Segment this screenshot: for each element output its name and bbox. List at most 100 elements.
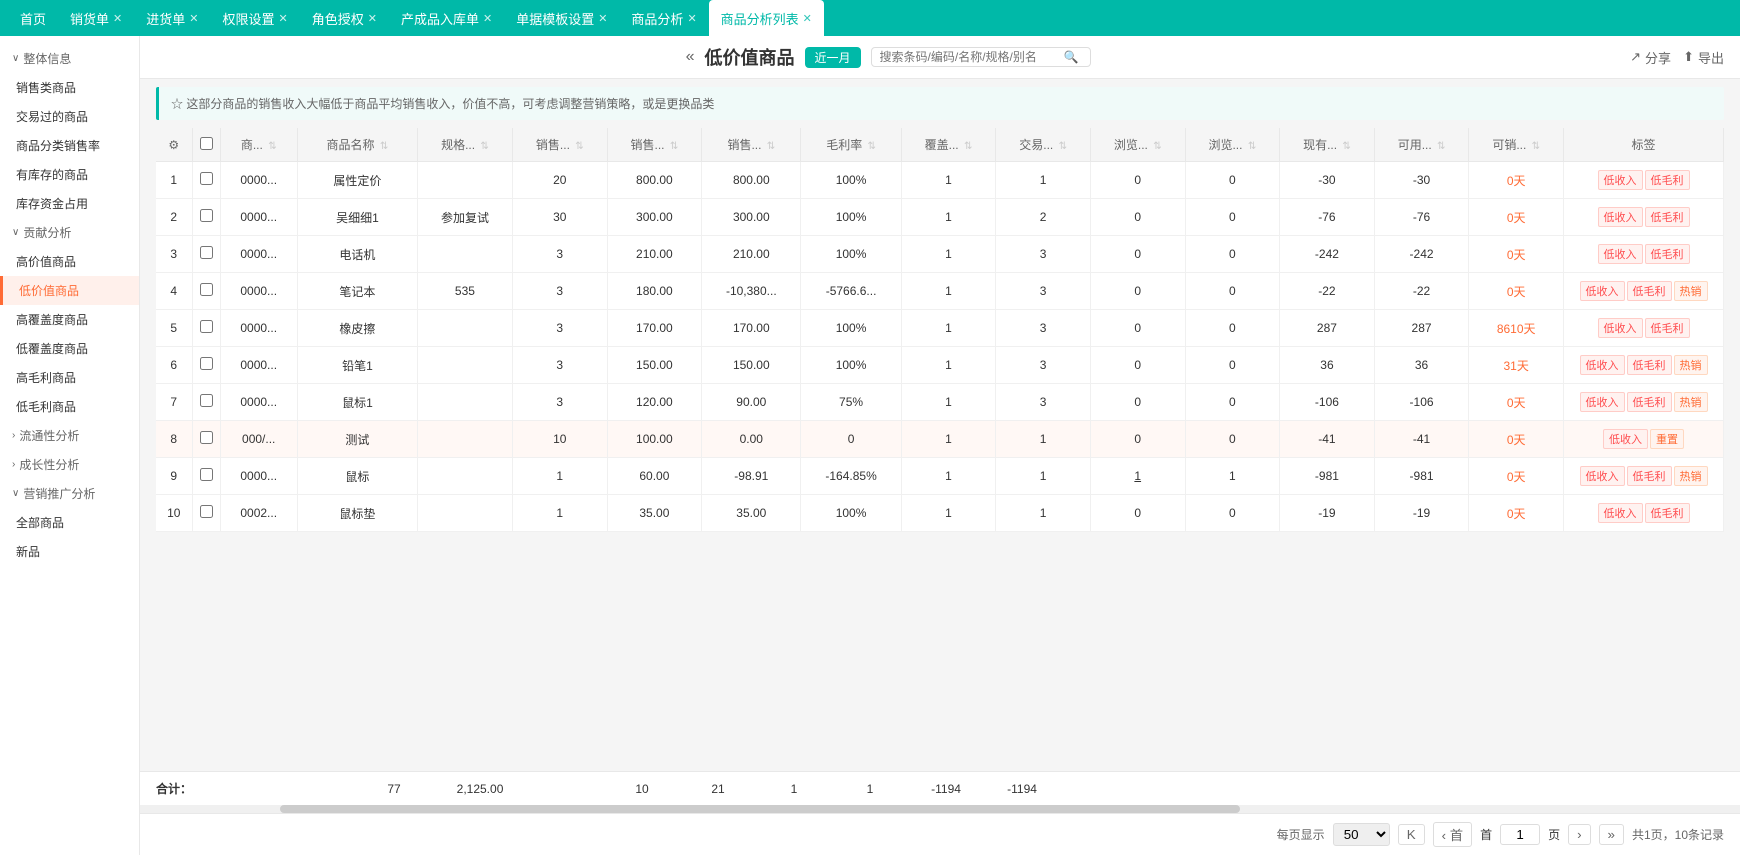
sidebar-item-new-products[interactable]: 新品 [0,537,139,566]
sidebar-item-stock-capital[interactable]: 库存资金占用 [0,189,139,218]
nav-product-analysis[interactable]: 商品分析 ✕ [619,0,708,36]
date-filter-button[interactable]: 近一月 [805,47,861,68]
nav-sales[interactable]: 销货单 ✕ [58,0,134,36]
sidebar-item-category-sales-rate[interactable]: 商品分类销售率 [0,131,139,160]
row-tags: 低收入低毛利热销 [1564,273,1724,310]
nav-home[interactable]: 首页 [8,0,58,36]
row-checkbox-cell[interactable] [192,273,220,310]
sidebar-collapse-button[interactable]: « [686,48,695,66]
nav-purchase[interactable]: 进货单 ✕ [134,0,210,36]
row-sale1: 300.00 [607,199,702,236]
row-checkbox-cell[interactable] [192,162,220,199]
sidebar-item-traded[interactable]: 交易过的商品 [0,102,139,131]
col-qty[interactable]: 销售... ⇅ [512,128,607,162]
col-browse2[interactable]: 浏览... ⇅ [1185,128,1280,162]
row-checkbox[interactable] [200,172,213,185]
sidebar-item-high-value[interactable]: 高价值商品 [0,247,139,276]
sidebar-item-low-margin[interactable]: 低毛利商品 [0,392,139,421]
first-page-button[interactable]: K [1398,824,1425,845]
row-stock2: -981 [1374,458,1469,495]
col-sale2[interactable]: 销售... ⇅ [702,128,801,162]
col-checkbox [192,128,220,162]
row-sale2: -98.91 [702,458,801,495]
col-browse1[interactable]: 浏览... ⇅ [1090,128,1185,162]
col-code[interactable]: 商... ⇅ [220,128,297,162]
row-checkbox[interactable] [200,246,213,259]
row-checkbox[interactable] [200,320,213,333]
row-checkbox[interactable] [200,505,213,518]
search-icon[interactable]: 🔍 [1064,50,1079,64]
row-checkbox[interactable] [200,283,213,296]
row-checkbox-cell[interactable] [192,421,220,458]
row-gross: 100% [801,347,901,384]
row-cover: 1 [901,273,996,310]
row-browse2: 0 [1185,495,1280,532]
sidebar-item-all-products[interactable]: 全部商品 [0,508,139,537]
page-size-label: 每页显示 [1277,826,1325,843]
page-number-input[interactable] [1500,824,1540,845]
sidebar-item-has-stock[interactable]: 有库存的商品 [0,160,139,189]
sidebar-item-low-coverage[interactable]: 低覆盖度商品 [0,334,139,363]
row-browse1: 0 [1090,199,1185,236]
nav-products-in-close[interactable]: ✕ [483,12,492,25]
nav-permissions[interactable]: 权限设置 ✕ [210,0,299,36]
settings-icon[interactable]: ⚙ [168,138,179,152]
nav-product-analysis-close[interactable]: ✕ [687,12,696,25]
sidebar-group-overall-title[interactable]: ∨ 整体信息 [0,44,139,73]
last-page-button[interactable]: » [1599,824,1624,845]
row-checkbox[interactable] [200,431,213,444]
nav-permissions-close[interactable]: ✕ [279,12,288,25]
col-stock2[interactable]: 可用... ⇅ [1374,128,1469,162]
nav-roles-close[interactable]: ✕ [368,12,377,25]
sidebar-group-contribution-title[interactable]: ∨ 贡献分析 [0,218,139,247]
row-checkbox-cell[interactable] [192,384,220,421]
col-stock1[interactable]: 现有... ⇅ [1280,128,1375,162]
row-checkbox[interactable] [200,468,213,481]
col-stock3[interactable]: 可销... ⇅ [1469,128,1564,162]
row-checkbox-cell[interactable] [192,236,220,273]
row-checkbox[interactable] [200,394,213,407]
sidebar-item-high-margin[interactable]: 高毛利商品 [0,363,139,392]
nav-product-analysis-list[interactable]: 商品分析列表 ✕ [709,0,824,36]
nav-product-analysis-list-close[interactable]: ✕ [803,12,812,25]
col-settings[interactable]: ⚙ [156,128,192,162]
nav-roles[interactable]: 角色授权 ✕ [300,0,389,36]
row-checkbox[interactable] [200,357,213,370]
sidebar-item-low-value[interactable]: 低价值商品 [0,276,139,305]
nav-sales-close[interactable]: ✕ [113,12,122,25]
page-size-select[interactable]: 50 100 200 [1333,823,1390,846]
row-checkbox-cell[interactable] [192,347,220,384]
row-num: 4 [156,273,192,310]
col-gross[interactable]: 毛利率 ⇅ [801,128,901,162]
row-checkbox-cell[interactable] [192,495,220,532]
row-checkbox-cell[interactable] [192,310,220,347]
row-spec [417,310,512,347]
horizontal-scrollbar[interactable] [140,805,1740,813]
col-trade[interactable]: 交易... ⇅ [996,128,1091,162]
export-button[interactable]: ⬆ 导出 [1683,48,1724,67]
next-page-button[interactable]: › [1568,824,1590,845]
row-checkbox-cell[interactable] [192,199,220,236]
prev-page-button[interactable]: ‹ 首 [1433,822,1472,847]
row-checkbox[interactable] [200,209,213,222]
nav-products-in[interactable]: 产成品入库单 ✕ [389,0,504,36]
col-cover[interactable]: 覆盖... ⇅ [901,128,996,162]
row-browse1[interactable]: 1 [1090,458,1185,495]
share-button[interactable]: ↗ 分享 [1630,48,1671,67]
sidebar-item-sales-category[interactable]: 销售类商品 [0,73,139,102]
sidebar-item-high-coverage[interactable]: 高覆盖度商品 [0,305,139,334]
sidebar-group-liquidity-title[interactable]: › 流通性分析 [0,421,139,450]
table-area: ⚙ 商... ⇅ 商品名称 ⇅ 规格... ⇅ 销售... ⇅ 销售... ⇅ … [140,128,1740,771]
nav-purchase-close[interactable]: ✕ [189,12,198,25]
share-icon: ↗ [1630,49,1641,65]
sidebar-group-marketing-title[interactable]: ∨ 营销推广分析 [0,479,139,508]
nav-template[interactable]: 单据模板设置 ✕ [504,0,619,36]
nav-template-close[interactable]: ✕ [598,12,607,25]
col-name[interactable]: 商品名称 ⇅ [297,128,417,162]
select-all-checkbox[interactable] [200,137,213,150]
col-spec[interactable]: 规格... ⇅ [417,128,512,162]
row-checkbox-cell[interactable] [192,458,220,495]
search-input[interactable] [880,50,1060,64]
col-sale1[interactable]: 销售... ⇅ [607,128,702,162]
sidebar-group-growth-title[interactable]: › 成长性分析 [0,450,139,479]
